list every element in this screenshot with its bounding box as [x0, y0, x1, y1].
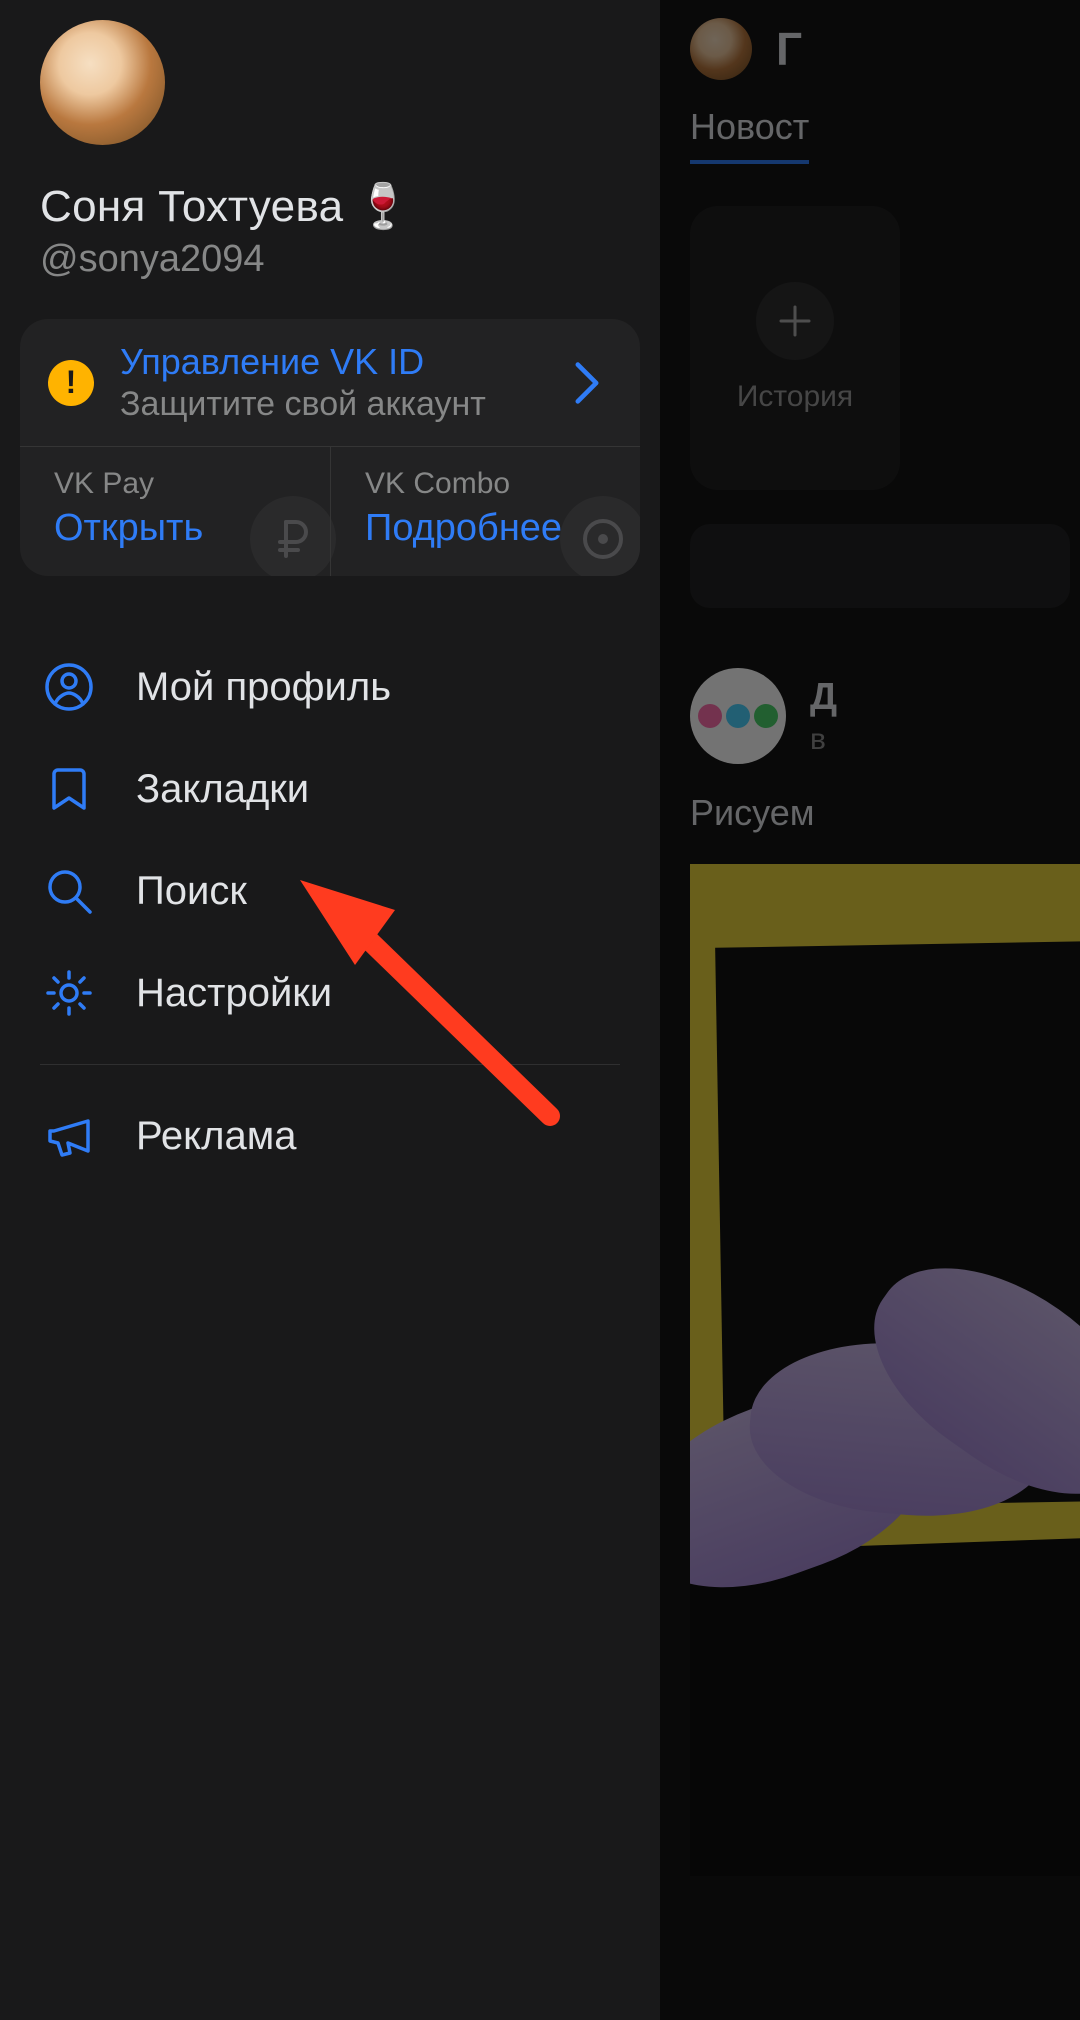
- user-name: Соня Тохтуева 🍷: [40, 180, 660, 232]
- vk-id-texts: Управление VK ID Защитите свой аккаунт: [120, 341, 546, 424]
- combo-icon: [560, 496, 640, 576]
- warning-icon: !: [48, 360, 94, 406]
- menu-item-bookmarks[interactable]: Закладки: [0, 738, 660, 840]
- vk-combo-label: VK Combo: [365, 467, 612, 501]
- menu-label: Закладки: [136, 767, 309, 812]
- ruble-icon: [250, 496, 336, 576]
- feed-background: Г Новост История Д в: [660, 0, 1080, 2020]
- bookmark-icon: [44, 764, 94, 814]
- profile-icon: [44, 662, 94, 712]
- vk-id-subtitle: Защитите свой аккаунт: [120, 385, 546, 424]
- user-name-text: Соня Тохтуева 🍷: [40, 182, 411, 231]
- menu-item-profile[interactable]: Мой профиль: [0, 636, 660, 738]
- feed-dim-overlay: [660, 0, 1080, 2020]
- menu-label: Мой профиль: [136, 665, 391, 710]
- menu-divider: [40, 1064, 620, 1065]
- vk-id-row[interactable]: ! Управление VK ID Защитите свой аккаунт: [20, 319, 640, 446]
- user-handle: @sonya2094: [40, 238, 660, 281]
- avatar[interactable]: [40, 20, 165, 145]
- vk-card-split: VK Pay Открыть VK Combo Подробнее: [20, 446, 640, 576]
- megaphone-icon: [44, 1111, 94, 1161]
- menu-label: Настройки: [136, 971, 332, 1016]
- vk-pay-tile[interactable]: VK Pay Открыть: [20, 447, 330, 576]
- menu-item-settings[interactable]: Настройки: [0, 942, 660, 1044]
- vk-id-card: ! Управление VK ID Защитите свой аккаунт…: [20, 319, 640, 576]
- menu-label: Поиск: [136, 869, 247, 914]
- vk-pay-label: VK Pay: [54, 467, 302, 501]
- menu-item-search[interactable]: Поиск: [0, 840, 660, 942]
- search-icon: [44, 866, 94, 916]
- menu: Мой профиль Закладки Поиск: [0, 636, 660, 1187]
- chevron-right-icon: [572, 360, 612, 406]
- menu-label: Реклама: [136, 1114, 296, 1159]
- menu-item-ads[interactable]: Реклама: [0, 1085, 660, 1187]
- sidebar-drawer: Соня Тохтуева 🍷 @sonya2094 ! Управление …: [0, 0, 660, 2020]
- vk-combo-tile[interactable]: VK Combo Подробнее: [330, 447, 640, 576]
- gear-icon: [44, 968, 94, 1018]
- vk-id-title: Управление VK ID: [120, 341, 546, 383]
